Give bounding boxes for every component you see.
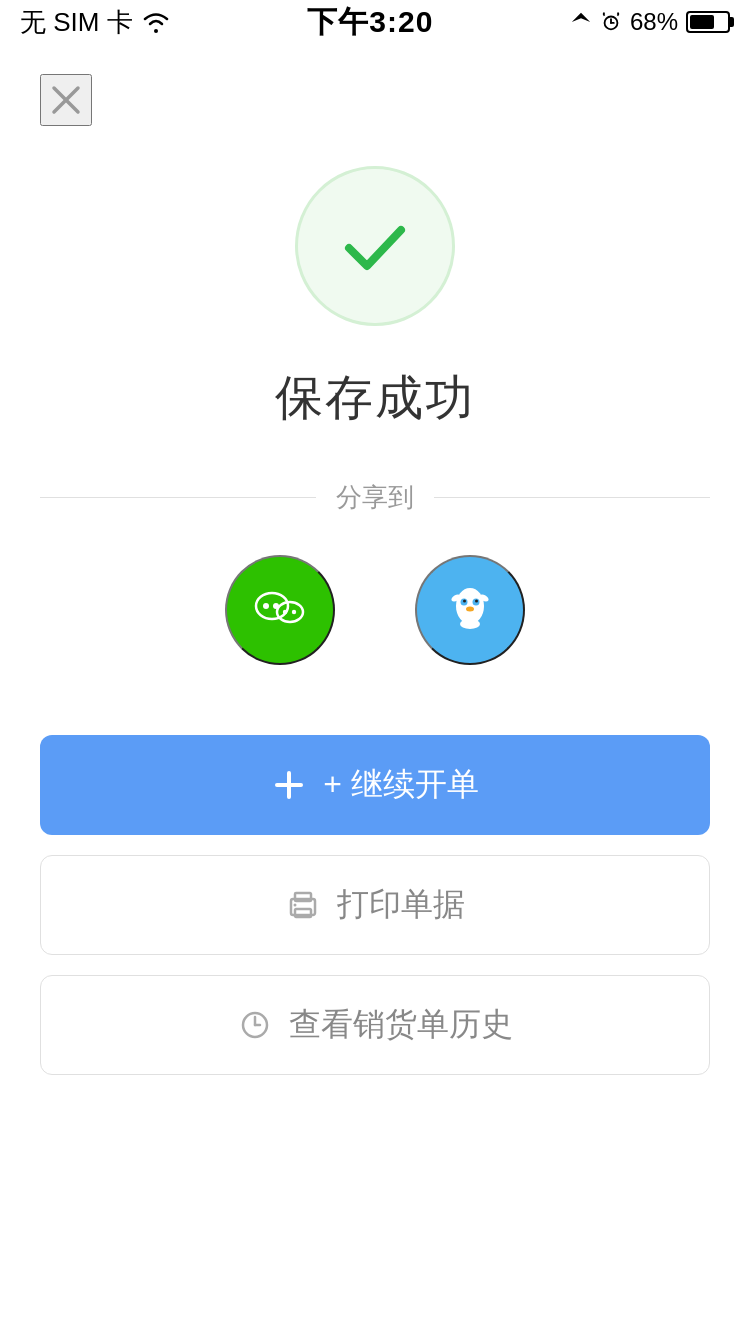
svg-point-15 <box>463 600 466 603</box>
svg-rect-23 <box>295 893 311 901</box>
share-wechat-button[interactable] <box>225 555 335 665</box>
success-title: 保存成功 <box>275 366 475 430</box>
status-right: 68% <box>570 8 730 36</box>
svg-rect-24 <box>295 909 311 917</box>
wifi-icon <box>141 11 171 33</box>
wechat-icon <box>248 578 312 642</box>
battery-icon <box>686 11 730 33</box>
plus-icon <box>271 767 307 803</box>
checkmark-icon <box>335 206 415 286</box>
divider-line-right <box>434 497 710 498</box>
alarm-icon <box>600 11 622 33</box>
print-button-label: 打印单据 <box>337 883 465 927</box>
history-button-label: 查看销货单历史 <box>289 1003 513 1047</box>
svg-point-6 <box>263 603 269 609</box>
svg-point-16 <box>475 600 478 603</box>
svg-point-8 <box>277 602 303 622</box>
sim-text: 无 SIM 卡 <box>20 5 133 40</box>
share-qq-button[interactable] <box>415 555 525 665</box>
print-icon <box>285 887 321 923</box>
svg-point-11 <box>456 588 484 624</box>
divider-line-left <box>40 497 316 498</box>
close-button[interactable] <box>40 74 92 126</box>
history-icon <box>237 1007 273 1043</box>
share-divider: 分享到 <box>40 480 710 515</box>
svg-point-12 <box>460 619 480 629</box>
history-button[interactable]: 查看销货单历史 <box>40 975 710 1075</box>
action-buttons: + 继续开单 打印单据 查看销货单历史 <box>40 735 710 1075</box>
battery-percent: 68% <box>630 8 678 36</box>
continue-button-label: + 继续开单 <box>323 763 479 807</box>
success-icon-circle <box>295 166 455 326</box>
svg-point-25 <box>294 904 297 907</box>
print-button[interactable]: 打印单据 <box>40 855 710 955</box>
page-content: 保存成功 分享到 <box>0 44 750 1135</box>
qq-icon <box>438 578 502 642</box>
svg-point-5 <box>256 593 288 619</box>
status-bar: 无 SIM 卡 下午3:20 68% <box>0 0 750 44</box>
share-icons <box>225 555 525 665</box>
continue-button[interactable]: + 继续开单 <box>40 735 710 835</box>
status-left: 无 SIM 卡 <box>20 5 171 40</box>
svg-point-9 <box>283 610 287 614</box>
status-time: 下午3:20 <box>307 2 433 43</box>
share-label: 分享到 <box>336 480 414 515</box>
svg-point-17 <box>466 607 474 612</box>
location-icon <box>570 11 592 33</box>
svg-point-10 <box>292 610 296 614</box>
